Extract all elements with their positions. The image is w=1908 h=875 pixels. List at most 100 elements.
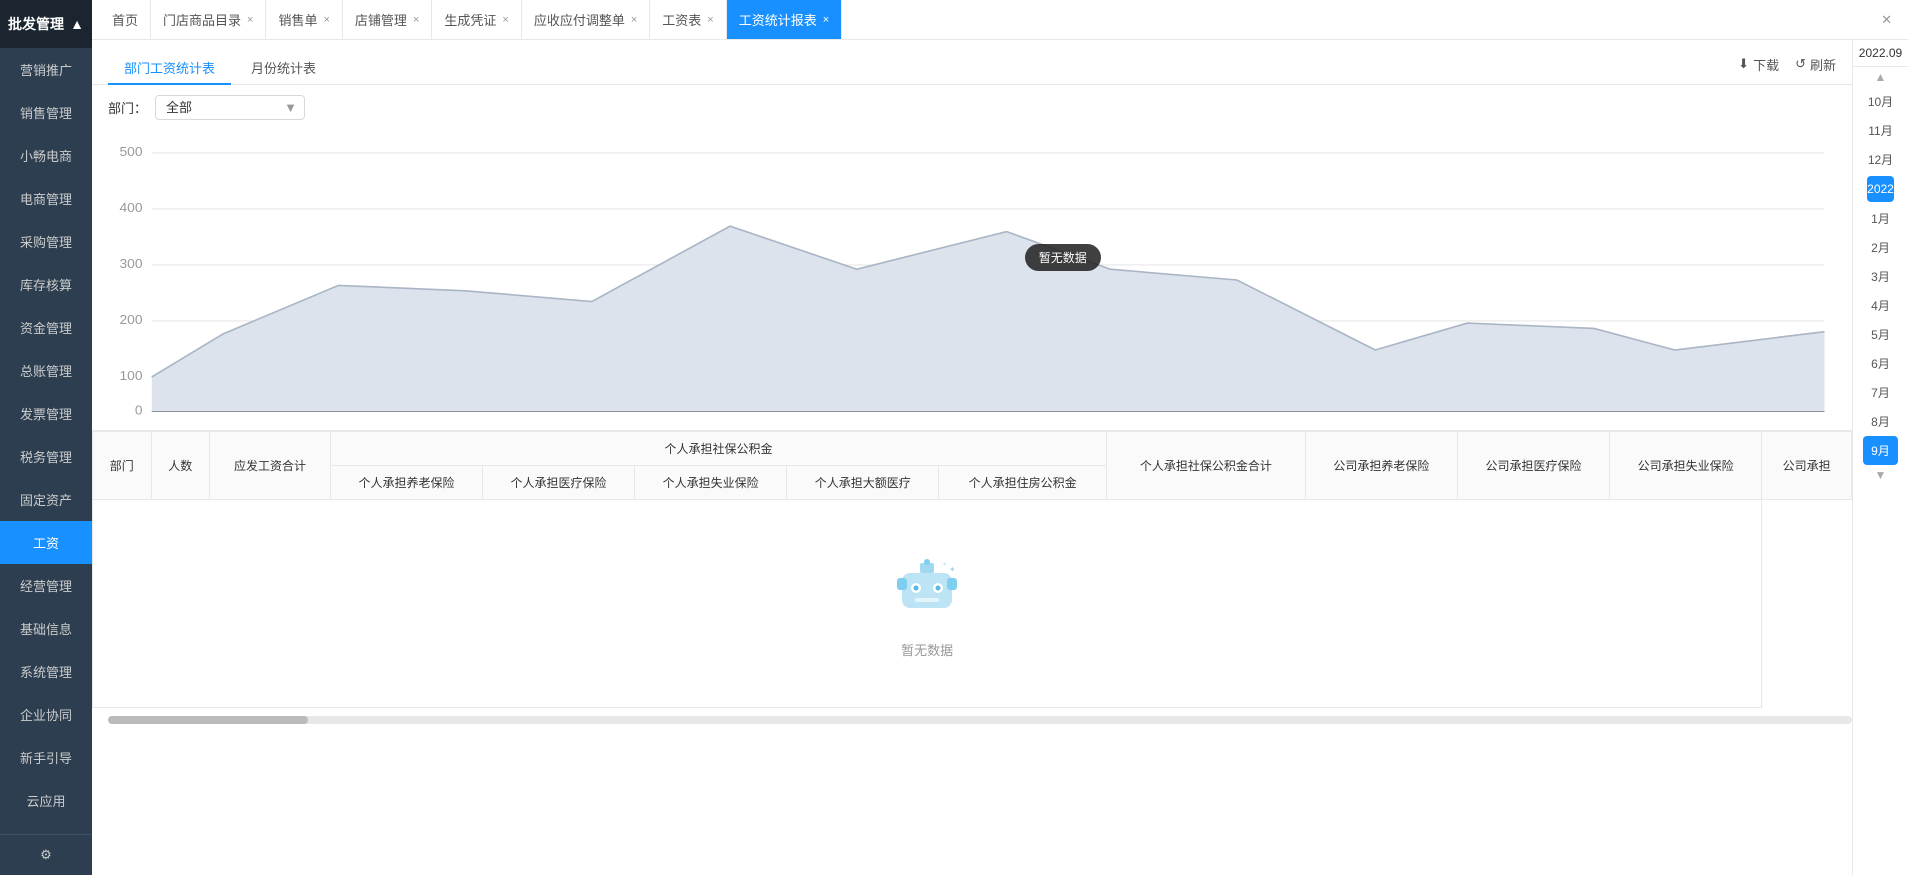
tab-close-icon[interactable]: ×	[502, 14, 508, 26]
tab-首页[interactable]: 首页	[100, 0, 151, 40]
sidebar-item-固定资产[interactable]: 固定资产	[0, 478, 92, 521]
month-item-10月[interactable]: 10月	[1863, 87, 1898, 116]
tab-close-icon[interactable]: ×	[823, 14, 829, 26]
col-personal-social-total: 个人承担社保公积金合计	[1106, 432, 1305, 500]
month-item-4月[interactable]: 4月	[1863, 291, 1898, 320]
col-personal-housing: 个人承担住房公积金	[939, 466, 1107, 500]
year-up-icon[interactable]: ▲	[1871, 67, 1891, 87]
tabs-bar-close[interactable]: ✕	[1873, 12, 1900, 28]
sidebar-item-小畅电商[interactable]: 小畅电商	[0, 134, 92, 177]
tab-工资统计报表[interactable]: 工资统计报表 ×	[727, 0, 842, 40]
tab-label: 工资统计报表	[739, 10, 817, 29]
tab-应收应付调整单[interactable]: 应收应付调整单×	[522, 0, 650, 40]
sidebar-item-基础信息[interactable]: 基础信息	[0, 607, 92, 650]
sub-tab-部门工资统计表[interactable]: 部门工资统计表	[108, 52, 231, 85]
month-item-11月[interactable]: 11月	[1863, 116, 1898, 145]
sub-tabs: 部门工资统计表月份统计表 ⬇ 下载 ↺ 刷新	[92, 40, 1852, 85]
no-data-row: ✦ ✦ 暂无数据	[93, 500, 1762, 708]
tab-close-icon[interactable]: ×	[323, 14, 329, 26]
col-company-pension: 公司承担养老保险	[1305, 432, 1457, 500]
dept-label: 部门：	[108, 98, 147, 117]
tab-close-icon[interactable]: ×	[631, 14, 637, 26]
col-company-unemployment: 公司承担失业保险	[1610, 432, 1762, 500]
no-data-icon: ✦ ✦	[887, 548, 967, 628]
close-all-icon[interactable]: ✕	[1881, 12, 1892, 28]
sidebar-footer[interactable]: ⚙	[0, 834, 92, 875]
col-company-medical: 公司承担医疗保险	[1457, 432, 1609, 500]
svg-text:300: 300	[119, 257, 142, 271]
table-scrollbar[interactable]	[108, 716, 1852, 724]
sub-tab-月份统计表[interactable]: 月份统计表	[235, 52, 332, 85]
tab-close-icon[interactable]: ×	[707, 14, 713, 26]
tab-生成凭证[interactable]: 生成凭证 ×	[432, 0, 521, 40]
month-item-2月[interactable]: 2月	[1863, 233, 1898, 262]
tab-label: 门店商品目录	[163, 10, 241, 29]
month-item-1月[interactable]: 1月	[1863, 204, 1898, 233]
sidebar-item-销售管理[interactable]: 销售管理	[0, 91, 92, 134]
col-headcount: 人数	[151, 432, 210, 500]
no-data-text: 暂无数据	[901, 640, 953, 659]
month-item-5月[interactable]: 5月	[1863, 320, 1898, 349]
sidebar-item-经营管理[interactable]: 经营管理	[0, 564, 92, 607]
tab-销售单[interactable]: 销售单 ×	[266, 0, 342, 40]
month-item-6月[interactable]: 6月	[1863, 349, 1898, 378]
chart-tooltip: 暂无数据	[1025, 244, 1101, 271]
month-item-12月[interactable]: 12月	[1863, 145, 1898, 174]
month-item-9月[interactable]: 9月	[1863, 436, 1898, 465]
svg-text:500: 500	[119, 145, 142, 159]
data-table: 部门 人数 应发工资合计 个人承担社保公积金 个人承担社保公积金合计 公司承担养…	[92, 431, 1852, 708]
col-personal-social: 个人承担社保公积金	[330, 432, 1106, 466]
month-item-7月[interactable]: 7月	[1863, 378, 1898, 407]
tab-close-icon[interactable]: ×	[247, 14, 253, 26]
month-item-8月[interactable]: 8月	[1863, 407, 1898, 436]
tab-close-icon[interactable]: ×	[413, 14, 419, 26]
sidebar-item-总账管理[interactable]: 总账管理	[0, 349, 92, 392]
month-item-3月[interactable]: 3月	[1863, 262, 1898, 291]
sidebar-item-资金管理[interactable]: 资金管理	[0, 306, 92, 349]
refresh-icon: ↺	[1795, 56, 1806, 72]
sidebar-item-营销推广[interactable]: 营销推广	[0, 48, 92, 91]
sidebar-item-发票管理[interactable]: 发票管理	[0, 392, 92, 435]
sidebar-item-系统管理[interactable]: 系统管理	[0, 650, 92, 693]
tab-label: 生成凭证	[444, 10, 496, 29]
sidebar-toggle-icon: ▲	[70, 16, 84, 32]
dept-select[interactable]: 全部	[155, 95, 305, 120]
download-button[interactable]: ⬇ 下载	[1738, 55, 1779, 74]
sidebar-item-新手引导[interactable]: 新手引导	[0, 736, 92, 779]
table-area[interactable]: 部门 人数 应发工资合计 个人承担社保公积金 个人承担社保公积金合计 公司承担养…	[92, 430, 1852, 875]
svg-text:100: 100	[119, 369, 142, 383]
svg-text:200: 200	[119, 313, 142, 327]
svg-text:✦: ✦	[949, 565, 956, 574]
sidebar-item-税务管理[interactable]: 税务管理	[0, 435, 92, 478]
col-dept: 部门	[93, 432, 152, 500]
sidebar-item-电商管理[interactable]: 电商管理	[0, 177, 92, 220]
toolbar: 部门： 全部 ▼	[92, 85, 1852, 130]
col-personal-unemployment: 个人承担失业保险	[635, 466, 787, 500]
sidebar: 批发管理 ▲ 营销推广销售管理小畅电商电商管理采购管理库存核算资金管理总账管理发…	[0, 0, 92, 875]
tab-label: 店铺管理	[355, 10, 407, 29]
content-area: 部门工资统计表月份统计表 ⬇ 下载 ↺ 刷新 部门：	[92, 40, 1908, 875]
sidebar-title: 批发管理	[8, 14, 64, 34]
download-icon: ⬇	[1738, 56, 1749, 72]
svg-text:0: 0	[135, 403, 143, 417]
sidebar-item-库存核算[interactable]: 库存核算	[0, 263, 92, 306]
col-company-other: 公司承担	[1762, 432, 1852, 500]
tab-工资表[interactable]: 工资表×	[650, 0, 726, 40]
col-total-salary: 应发工资合计	[210, 432, 331, 500]
sidebar-item-云应用[interactable]: 云应用	[0, 779, 92, 822]
gear-icon: ⚙	[40, 847, 52, 862]
sidebar-item-采购管理[interactable]: 采购管理	[0, 220, 92, 263]
tab-label: 销售单	[278, 10, 317, 29]
sidebar-header[interactable]: 批发管理 ▲	[0, 0, 92, 48]
col-personal-pension: 个人承担养老保险	[330, 466, 482, 500]
sidebar-item-企业协同[interactable]: 企业协同	[0, 693, 92, 736]
chart-container: 500 400 300 200 100 0	[92, 130, 1852, 430]
sidebar-item-工资[interactable]: 工资	[0, 521, 92, 564]
tab-店铺管理[interactable]: 店铺管理 ×	[343, 0, 432, 40]
year-tag-2022[interactable]: 2022	[1867, 176, 1894, 202]
tabs-bar: 首页门店商品目录×销售单×店铺管理×生成凭证×应收应付调整单×工资表×工资统计报…	[92, 0, 1908, 40]
refresh-button[interactable]: ↺ 刷新	[1795, 55, 1836, 74]
tab-门店商品目录[interactable]: 门店商品目录 ×	[151, 0, 266, 40]
year-down-icon[interactable]: ▼	[1871, 465, 1891, 485]
tab-label: 首页	[112, 10, 138, 29]
